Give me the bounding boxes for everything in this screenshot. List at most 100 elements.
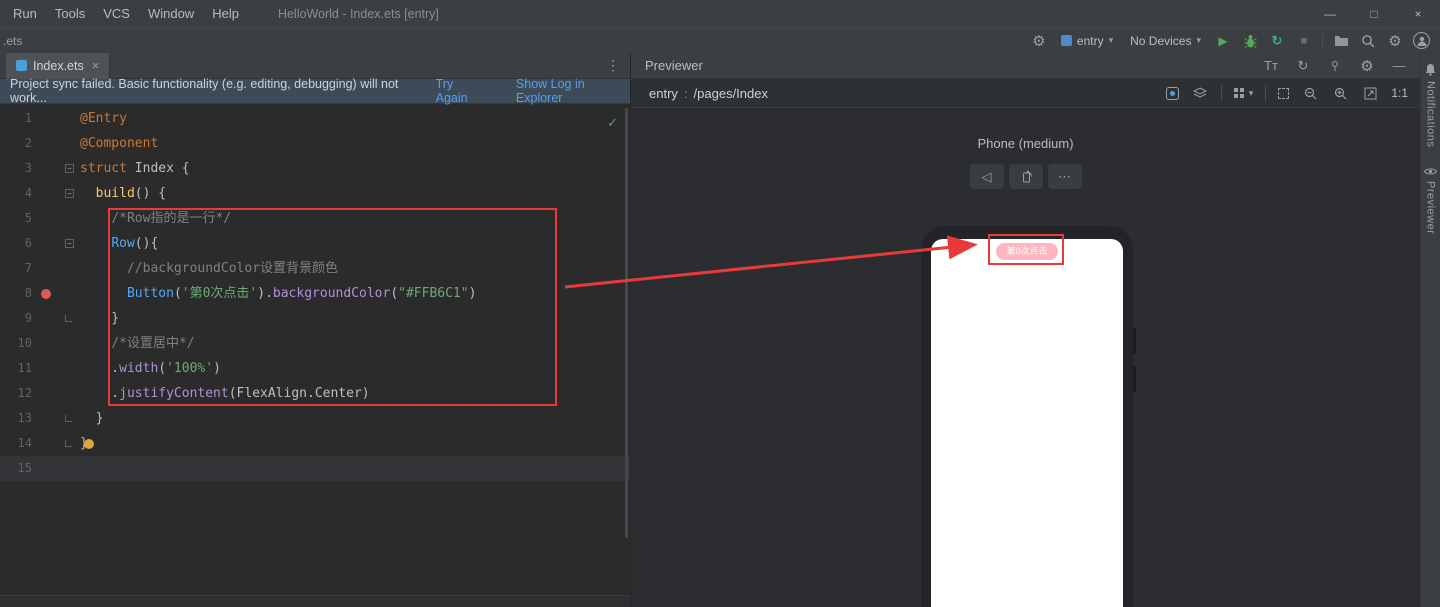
gutter-row-14[interactable]: 14 [0,431,78,456]
fold-marker[interactable] [65,164,74,173]
fold-end-marker[interactable] [65,315,72,322]
back-button[interactable]: ◁ [969,164,1004,189]
zoom-ratio-label[interactable]: 1:1 [1391,86,1408,100]
gutter-row-6[interactable]: 6 [0,231,78,256]
preview-canvas: Phone (medium) ◁ ⋯ 第0次点击 [631,108,1420,607]
preview-pink-button[interactable]: 第0次点击 [996,243,1058,260]
debug-button[interactable] [1241,32,1259,50]
stop-button[interactable]: ■ [1295,32,1313,50]
hide-panel-icon[interactable]: — [1390,57,1408,75]
pin-icon[interactable] [1326,57,1344,75]
close-button[interactable]: × [1396,0,1440,27]
inspector-toggle-icon[interactable] [1165,86,1179,100]
font-size-icon[interactable]: Tт [1262,57,1280,75]
volume-button [1133,366,1136,392]
zoom-in-icon[interactable] [1331,84,1349,102]
code-line-10[interactable]: /*设置居中*/ [78,331,630,356]
fold-end-marker[interactable] [65,415,72,422]
code-line-9[interactable]: } [78,306,630,331]
code-line-5[interactable]: /*Row指的是一行*/ [78,206,630,231]
bell-icon [1425,64,1436,76]
device-type-label: Phone (medium) [977,136,1074,151]
gutter-row-1[interactable]: 1 [0,106,78,131]
menu-vcs[interactable]: VCS [94,0,139,27]
gutter-row-4[interactable]: 4 [0,181,78,206]
search-everywhere-button[interactable] [1359,32,1377,50]
line-number: 7 [24,261,32,275]
gutter-row-12[interactable]: 12 [0,381,78,406]
maximize-button[interactable]: □ [1352,0,1396,27]
menu-window[interactable]: Window [139,0,203,27]
show-log-link[interactable]: Show Log in Explorer [516,77,630,105]
tool-tab-previewer[interactable]: Previewer [1424,167,1437,235]
device-selector[interactable]: No Devices ▾ [1126,32,1205,50]
code-line-1[interactable]: @Entry [78,106,630,131]
gutter-row-7[interactable]: 7 [0,256,78,281]
previewer-settings-icon[interactable]: ⚙ [1358,57,1376,75]
code-line-6[interactable]: Row(){ [78,231,630,256]
gutter-row-8[interactable]: 8 [0,281,78,306]
code-line-12[interactable]: .justifyContent(FlexAlign.Center) [78,381,630,406]
code-line-13[interactable]: } [78,406,630,431]
menu-tools[interactable]: Tools [46,0,94,27]
gutter-row-9[interactable]: 9 [0,306,78,331]
gutter-row-3[interactable]: 3 [0,156,78,181]
tab-options-kebab-icon[interactable]: ⋮ [596,57,630,74]
menu-help[interactable]: Help [203,0,248,27]
fold-marker[interactable] [65,189,74,198]
code-line-8[interactable]: Button('第0次点击').backgroundColor("#FFB6C1… [78,281,630,306]
tab-index-ets[interactable]: Index.ets × [6,52,111,79]
frame-icon[interactable] [1278,87,1290,99]
device-manager-icon[interactable]: ⚙ [1030,32,1048,50]
more-options-button[interactable]: ⋯ [1047,164,1082,189]
code-line-3[interactable]: struct Index { [78,156,630,181]
zoom-out-icon[interactable] [1301,84,1319,102]
window-controls: — □ × [1308,0,1440,27]
fit-to-screen-icon[interactable] [1361,84,1379,102]
banner-message: Project sync failed. Basic functionality… [10,77,399,105]
editor-scrollbar[interactable] [625,108,628,538]
gutter-row-11[interactable]: 11 [0,356,78,381]
try-again-link[interactable]: Try Again [436,77,486,105]
hot-reload-button[interactable]: ↻ [1268,32,1286,50]
device-file-browser-icon[interactable] [1332,32,1350,50]
layers-icon[interactable] [1191,84,1209,102]
code-lines[interactable]: @Entry @Component struct Index { build() {… [78,106,630,595]
gutter[interactable]: 123456789101112131415 [0,106,78,595]
fold-end-marker[interactable] [65,440,72,447]
previewer-header-tools: Tт ↻ ⚙ — [1262,57,1408,75]
breakpoint-dot[interactable] [41,289,51,299]
inspection-ok-icon: ✓ [607,115,618,130]
chevron-down-icon: ▾ [1248,87,1254,98]
rotate-device-button[interactable] [1008,164,1043,189]
settings-gear-icon[interactable]: ⚙ [1386,32,1404,50]
code-line-4[interactable]: build() { [78,181,630,206]
run-button[interactable]: ▶ [1214,32,1232,50]
refresh-icon[interactable]: ↻ [1294,57,1312,75]
gutter-row-15[interactable]: 15 [0,456,78,481]
device-selector-label: No Devices [1130,33,1192,48]
menu-run[interactable]: Run [4,0,46,27]
code-line-11[interactable]: .width('100%') [78,356,630,381]
code-line-7[interactable]: //backgroundColor设置背景颜色 [78,256,630,281]
module-selector[interactable]: entry ▾ [1057,32,1117,50]
gutter-row-13[interactable]: 13 [0,406,78,431]
code-line-2[interactable]: @Component [78,131,630,156]
notifications-tab-label: Notifications [1424,81,1437,148]
gutter-row-5[interactable]: 5 [0,206,78,231]
layout-grid-dropdown[interactable]: ▾ [1233,87,1254,99]
preview-nav-buttons: ◁ ⋯ [969,164,1082,189]
fold-marker[interactable] [65,239,74,248]
code-line-14[interactable]: } [78,431,630,456]
code-editor[interactable]: 123456789101112131415 @Entry@Componentst… [0,104,630,595]
code-line-15[interactable] [78,456,630,481]
close-tab-icon[interactable]: × [92,58,100,73]
sync-failed-banner: Project sync failed. Basic functionality… [0,77,630,105]
module-selector-label: entry [1076,33,1104,48]
gutter-row-2[interactable]: 2 [0,131,78,156]
person-icon [1417,36,1426,46]
minimize-button[interactable]: — [1308,0,1352,27]
tool-tab-notifications[interactable]: Notifications [1424,63,1437,147]
account-avatar[interactable] [1413,32,1430,49]
gutter-row-10[interactable]: 10 [0,331,78,356]
